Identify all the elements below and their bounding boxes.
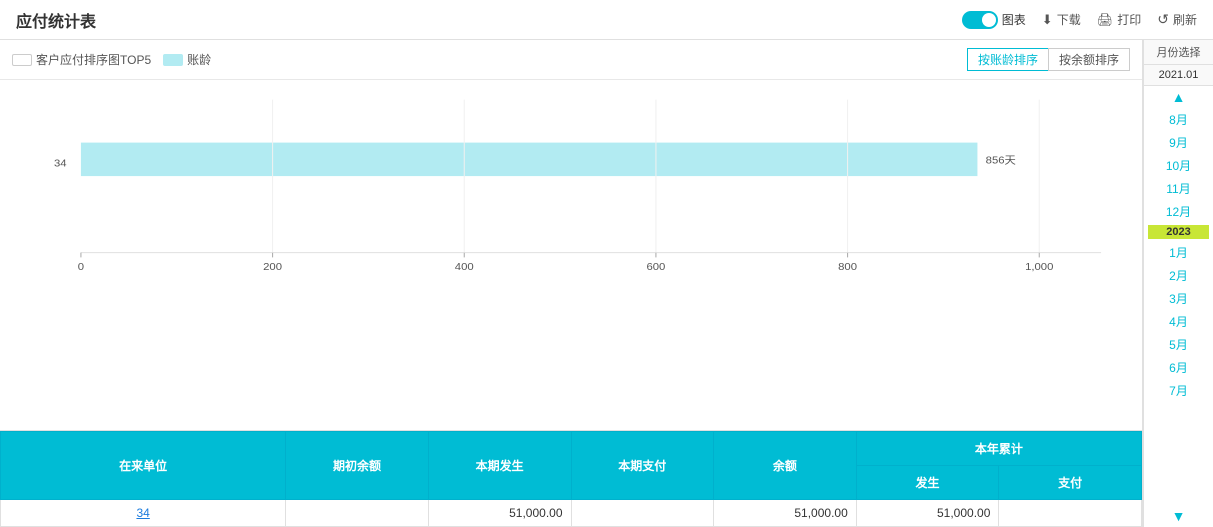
cell-unit: 34 <box>1 500 286 527</box>
svg-text:0: 0 <box>78 261 84 273</box>
svg-text:856天: 856天 <box>986 155 1016 167</box>
cell-ytd-payment <box>999 500 1142 527</box>
month-item[interactable]: 4月 <box>1144 310 1213 333</box>
month-item[interactable]: 7月 <box>1144 379 1213 402</box>
print-button[interactable]: 打印 <box>1097 11 1142 28</box>
svg-text:34: 34 <box>54 158 67 170</box>
cell-ytd-occurrence: 51,000.00 <box>856 500 999 527</box>
month-item[interactable]: 2月 <box>1144 264 1213 287</box>
svg-text:1,000: 1,000 <box>1025 261 1053 273</box>
header-actions: 图表 下载 打印 刷新 <box>962 11 1197 29</box>
col-ytd-header: 本年累计 <box>856 432 1141 466</box>
sort-by-age-button[interactable]: 按账龄排序 <box>967 48 1048 71</box>
chart-toggle[interactable] <box>962 11 998 29</box>
month-item[interactable]: 2023 <box>1148 225 1209 239</box>
month-item[interactable]: 5月 <box>1144 333 1213 356</box>
legend-item-2: 账龄 <box>163 51 211 68</box>
month-item[interactable]: 8月 <box>1144 108 1213 131</box>
scroll-up-button[interactable]: ▲ <box>1144 86 1213 108</box>
refresh-label: 刷新 <box>1173 11 1197 28</box>
chart-area: 客户应付排序图TOP5 账龄 按账龄排序 按余额排序 34 <box>0 40 1143 527</box>
cell-opening-balance <box>286 500 429 527</box>
chart-toggle-label: 图表 <box>1002 11 1026 28</box>
chart-legend: 客户应付排序图TOP5 账龄 <box>12 51 211 68</box>
svg-text:400: 400 <box>455 261 474 273</box>
legend-color-1 <box>12 54 32 66</box>
month-item[interactable]: 12月 <box>1144 200 1213 223</box>
cell-balance: 51,000.00 <box>714 500 857 527</box>
month-item[interactable]: 6月 <box>1144 356 1213 379</box>
sort-by-balance-button[interactable]: 按余额排序 <box>1048 48 1130 71</box>
legend-label-2: 账龄 <box>187 51 211 68</box>
table-row: 34 51,000.00 51,000.00 51,000.00 <box>1 500 1142 527</box>
col-ytd-occurrence-header: 发生 <box>856 466 999 500</box>
sort-buttons: 按账龄排序 按余额排序 <box>967 48 1130 71</box>
cell-occurrence: 51,000.00 <box>428 500 571 527</box>
chart-toggle-wrap: 图表 <box>962 11 1026 29</box>
header: 应付统计表 图表 下载 打印 刷新 <box>0 0 1213 40</box>
unit-link[interactable]: 34 <box>136 506 149 520</box>
download-button[interactable]: 下载 <box>1042 11 1081 28</box>
month-item[interactable]: 10月 <box>1144 154 1213 177</box>
month-item[interactable]: 3月 <box>1144 287 1213 310</box>
cell-payment <box>571 500 714 527</box>
chart-canvas: 34 856天 0 200 400 600 <box>0 80 1142 430</box>
month-list: 8月9月10月11月12月 2023 1月2月3月4月5月6月7月 <box>1144 108 1213 505</box>
page-title: 应付统计表 <box>16 8 96 32</box>
chart-svg: 34 856天 0 200 400 600 <box>50 90 1132 310</box>
month-item[interactable]: 1月 <box>1144 241 1213 264</box>
sidebar-header-label: 月份选择 <box>1144 40 1213 65</box>
col-payment-header: 本期支付 <box>571 432 714 500</box>
col-occurrence-header: 本期发生 <box>428 432 571 500</box>
data-table: 在来单位 期初余额 本期发生 本期支付 余额 本年累计 发生 支付 <box>0 431 1142 527</box>
refresh-icon <box>1157 11 1169 28</box>
legend-item-1: 客户应付排序图TOP5 <box>12 51 151 68</box>
col-unit-header: 在来单位 <box>1 432 286 500</box>
right-sidebar: 月份选择 2021.01 ▲ 8月9月10月11月12月 2023 1月2月3月4月… <box>1143 40 1213 527</box>
svg-text:800: 800 <box>838 261 857 273</box>
download-icon <box>1042 12 1053 28</box>
month-item[interactable]: 11月 <box>1144 177 1213 200</box>
scroll-down-button[interactable]: ▼ <box>1144 505 1213 527</box>
app-container: 应付统计表 图表 下载 打印 刷新 <box>0 0 1213 527</box>
sidebar-scroll: ▲ 8月9月10月11月12月 2023 1月2月3月4月5月6月7月 ▼ <box>1144 86 1213 527</box>
svg-text:200: 200 <box>263 261 282 273</box>
print-icon <box>1097 12 1114 28</box>
chart-header: 客户应付排序图TOP5 账龄 按账龄排序 按余额排序 <box>0 40 1142 80</box>
col-ytd-payment-header: 支付 <box>999 466 1142 500</box>
month-item[interactable]: 9月 <box>1144 131 1213 154</box>
col-balance-header: 余额 <box>714 432 857 500</box>
sidebar-current-date: 2021.01 <box>1144 65 1213 86</box>
download-label: 下载 <box>1057 11 1081 28</box>
legend-label-1: 客户应付排序图TOP5 <box>36 51 151 68</box>
print-label: 打印 <box>1117 11 1141 28</box>
refresh-button[interactable]: 刷新 <box>1157 11 1197 28</box>
col-opening-header: 期初余额 <box>286 432 429 500</box>
legend-color-2 <box>163 54 183 66</box>
table-container: 在来单位 期初余额 本期发生 本期支付 余额 本年累计 发生 支付 <box>0 431 1142 527</box>
svg-text:600: 600 <box>646 261 665 273</box>
main-content: 客户应付排序图TOP5 账龄 按账龄排序 按余额排序 34 <box>0 40 1213 527</box>
